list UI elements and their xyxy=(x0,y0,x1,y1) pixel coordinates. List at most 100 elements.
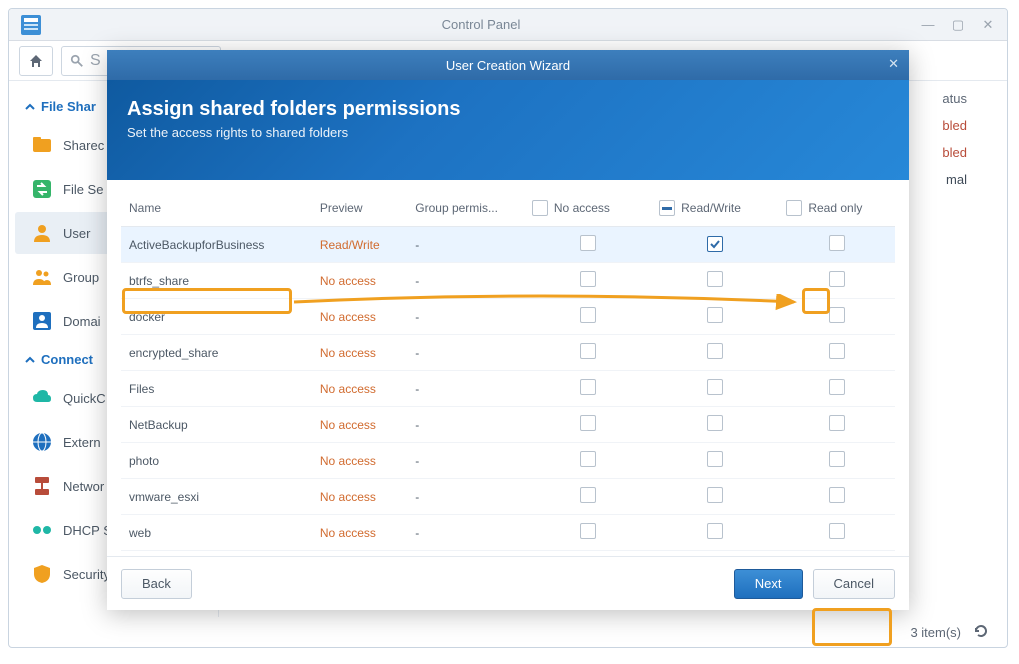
col-group[interactable]: Group permis... xyxy=(407,190,524,227)
col-readwrite[interactable]: Read/Write xyxy=(651,190,778,227)
readwrite-cell xyxy=(651,515,778,551)
folder-name: Files xyxy=(121,371,312,407)
preview-value: No access xyxy=(312,299,407,335)
search-icon xyxy=(70,54,84,68)
globe-icon xyxy=(31,431,53,453)
cancel-button[interactable]: Cancel xyxy=(813,569,895,599)
readonly-cell xyxy=(778,335,895,371)
user-icon xyxy=(31,222,53,244)
table-row[interactable]: ActiveBackupforBusiness Read/Write - xyxy=(121,227,895,263)
readwrite-cell xyxy=(651,263,778,299)
preview-value: No access xyxy=(312,443,407,479)
folder-name: photo xyxy=(121,443,312,479)
readonly-cell xyxy=(778,479,895,515)
table-row[interactable]: NetBackup No access - xyxy=(121,407,895,443)
checkbox[interactable] xyxy=(707,236,723,252)
checkbox[interactable] xyxy=(580,307,596,323)
col-preview[interactable]: Preview xyxy=(312,190,407,227)
item-count: 3 item(s) xyxy=(910,625,961,640)
checkbox[interactable] xyxy=(580,379,596,395)
checkbox[interactable] xyxy=(829,307,845,323)
preview-value: No access xyxy=(312,371,407,407)
banner-title: Assign shared folders permissions xyxy=(127,98,889,121)
checkbox[interactable] xyxy=(580,487,596,503)
checkbox[interactable] xyxy=(580,451,596,467)
user-creation-wizard-modal: User Creation Wizard ✕ Assign shared fol… xyxy=(107,50,909,610)
home-button[interactable] xyxy=(19,46,53,76)
readwrite-all-checkbox[interactable] xyxy=(659,200,675,216)
checkbox[interactable] xyxy=(829,343,845,359)
titlebar: Control Panel — ▢ ✕ xyxy=(9,9,1007,41)
modal-body: Name Preview Group permis... No access R… xyxy=(107,180,909,556)
readwrite-cell xyxy=(651,371,778,407)
checkbox[interactable] xyxy=(707,487,723,503)
close-button[interactable]: ✕ xyxy=(979,16,997,34)
modal-banner: Assign shared folders permissions Set th… xyxy=(107,80,909,180)
checkbox[interactable] xyxy=(707,343,723,359)
col-name[interactable]: Name xyxy=(121,190,312,227)
checkbox[interactable] xyxy=(829,415,845,431)
folder-name: NetBackup xyxy=(121,407,312,443)
group-perm: - xyxy=(407,371,524,407)
folder-icon xyxy=(31,134,53,156)
table-row[interactable]: vmware_esxi No access - xyxy=(121,479,895,515)
preview-value: Read/Write xyxy=(312,227,407,263)
noaccess-cell xyxy=(524,263,651,299)
checkbox[interactable] xyxy=(580,235,596,251)
preview-value: No access xyxy=(312,479,407,515)
checkbox[interactable] xyxy=(707,415,723,431)
maximize-button[interactable]: ▢ xyxy=(949,16,967,34)
group-perm: - xyxy=(407,407,524,443)
preview-value: No access xyxy=(312,515,407,551)
checkbox[interactable] xyxy=(580,415,596,431)
checkbox[interactable] xyxy=(829,523,845,539)
noaccess-cell xyxy=(524,407,651,443)
chevron-up-icon xyxy=(25,355,35,365)
table-row[interactable]: web No access - xyxy=(121,515,895,551)
preview-value: No access xyxy=(312,407,407,443)
preview-value: No access xyxy=(312,263,407,299)
checkbox[interactable] xyxy=(707,451,723,467)
checkbox[interactable] xyxy=(829,235,845,251)
readwrite-cell xyxy=(651,227,778,263)
dhcp-icon xyxy=(31,519,53,541)
readonly-cell xyxy=(778,443,895,479)
checkbox[interactable] xyxy=(829,271,845,287)
readonly-all-checkbox[interactable] xyxy=(786,200,802,216)
checkbox[interactable] xyxy=(829,379,845,395)
table-row[interactable]: Files No access - xyxy=(121,371,895,407)
shield-icon xyxy=(31,563,53,585)
checkbox[interactable] xyxy=(707,523,723,539)
checkbox[interactable] xyxy=(707,379,723,395)
readonly-cell xyxy=(778,299,895,335)
readwrite-cell xyxy=(651,407,778,443)
refresh-button[interactable] xyxy=(973,623,989,642)
minimize-button[interactable]: — xyxy=(919,16,937,34)
checkbox[interactable] xyxy=(707,307,723,323)
checkbox[interactable] xyxy=(707,271,723,287)
noaccess-all-checkbox[interactable] xyxy=(532,200,548,216)
table-row[interactable]: encrypted_share No access - xyxy=(121,335,895,371)
modal-close-button[interactable]: ✕ xyxy=(888,56,899,72)
readonly-cell xyxy=(778,407,895,443)
checkbox[interactable] xyxy=(580,523,596,539)
next-button[interactable]: Next xyxy=(734,569,803,599)
folder-name: docker xyxy=(121,299,312,335)
readwrite-cell xyxy=(651,299,778,335)
group-perm: - xyxy=(407,479,524,515)
checkbox[interactable] xyxy=(580,271,596,287)
table-row[interactable]: photo No access - xyxy=(121,443,895,479)
back-button[interactable]: Back xyxy=(121,569,192,599)
col-noaccess[interactable]: No access xyxy=(524,190,651,227)
readonly-cell xyxy=(778,515,895,551)
folder-name: btrfs_share xyxy=(121,263,312,299)
table-row[interactable]: btrfs_share No access - xyxy=(121,263,895,299)
group-perm: - xyxy=(407,335,524,371)
preview-value: No access xyxy=(312,335,407,371)
col-readonly[interactable]: Read only xyxy=(778,190,895,227)
checkbox[interactable] xyxy=(580,343,596,359)
search-placeholder: S xyxy=(90,52,101,70)
table-row[interactable]: docker No access - xyxy=(121,299,895,335)
checkbox[interactable] xyxy=(829,451,845,467)
checkbox[interactable] xyxy=(829,487,845,503)
